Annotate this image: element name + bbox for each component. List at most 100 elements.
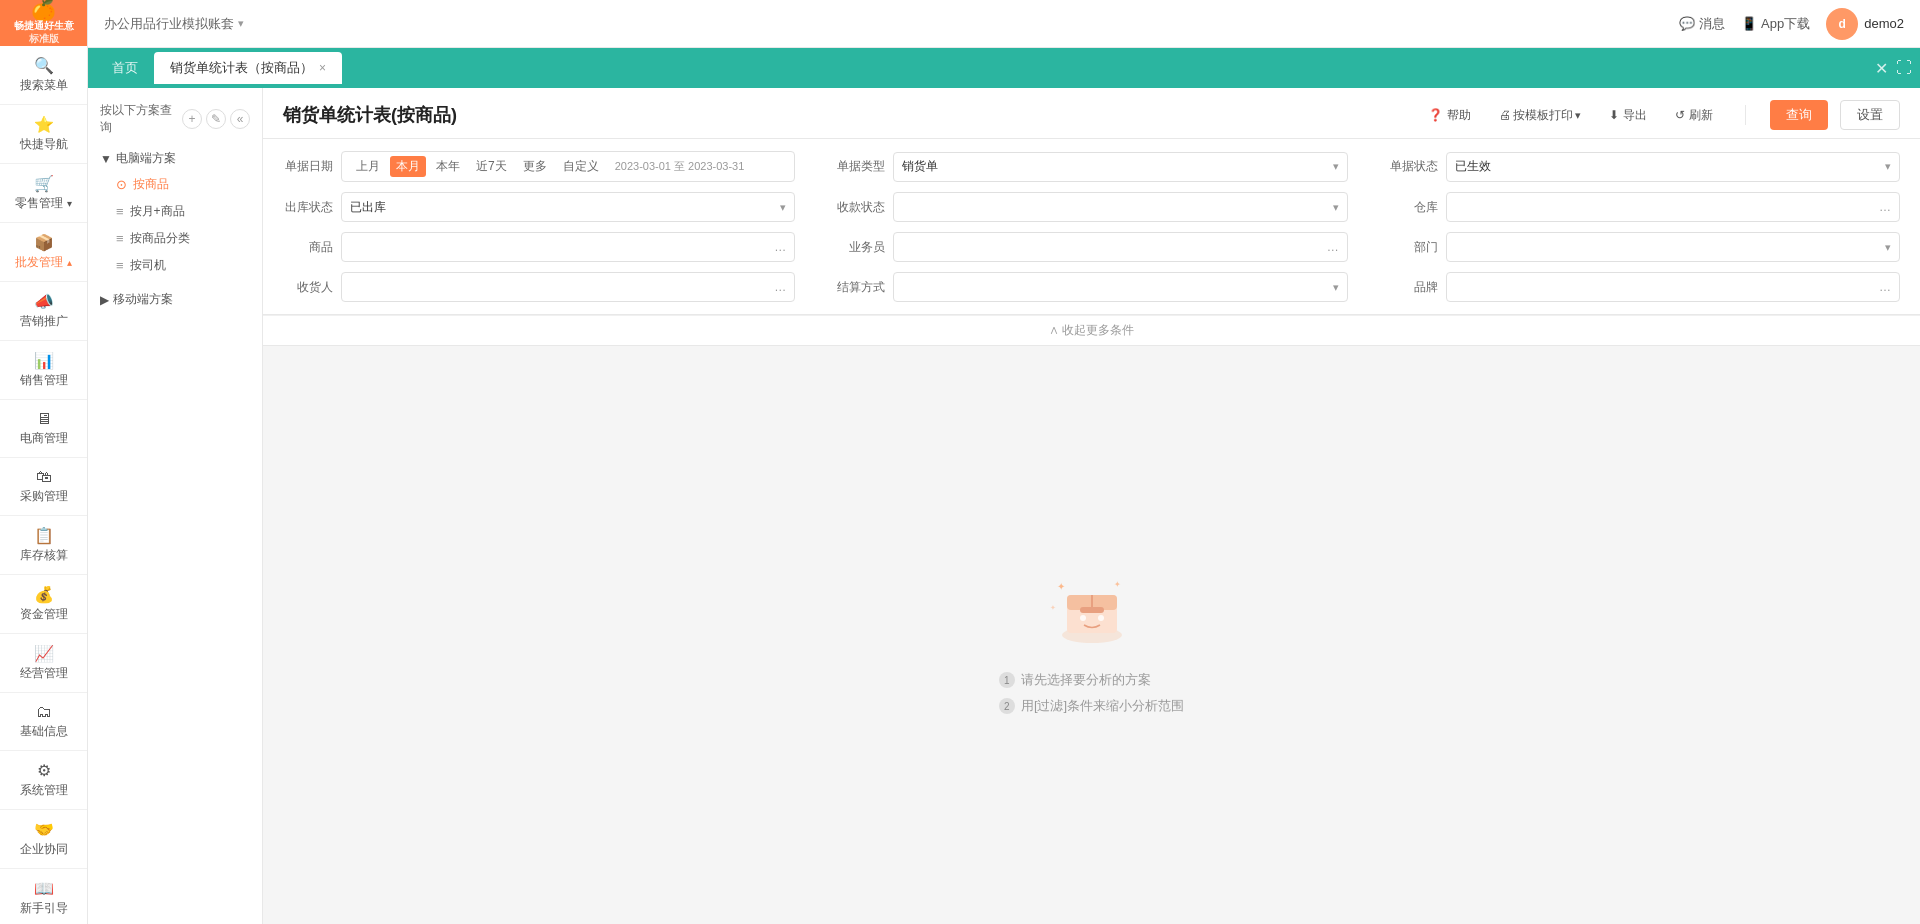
goods-more-icon[interactable]: …	[774, 240, 786, 254]
scheme-header: 按以下方案查询 + ✎ «	[88, 96, 262, 142]
scheme-collapse-button[interactable]: «	[230, 109, 250, 129]
scheme-group-pc-title[interactable]: ▼ 电脑端方案	[88, 146, 262, 171]
scheme-actions: + ✎ «	[182, 109, 250, 129]
scheme-item-by-goods[interactable]: ⊙ 按商品	[88, 171, 262, 198]
tab-expand-icon[interactable]: ⛶	[1896, 59, 1912, 78]
print-dropdown-icon: ▾	[1575, 109, 1581, 122]
refresh-button[interactable]: ↺ 刷新	[1667, 103, 1721, 128]
filter-row-2: 出库状态 已出库 ▾ 收款状态 ▾	[283, 192, 1900, 222]
salesperson-more-icon[interactable]: …	[1327, 240, 1339, 254]
brand-more-icon[interactable]: …	[1879, 280, 1891, 294]
topbar-right: 💬 消息 📱 App下载 d demo2	[1679, 8, 1904, 40]
page-actions: ❓ 帮助 🖨 按模板打印 ▾ ⬇ 导出 ↺ 刷新	[1420, 100, 1900, 130]
system-icon: ⚙	[4, 761, 83, 780]
receipt-status-control[interactable]: ▾	[893, 192, 1347, 222]
download-icon: 📱	[1741, 16, 1757, 31]
scheme-item-by-month-goods[interactable]: ≡ 按月+商品	[88, 198, 262, 225]
sidebar-item-base[interactable]: 🗂 基础信息	[0, 693, 87, 751]
sidebar-item-management[interactable]: 📈 经营管理	[0, 634, 87, 693]
tab-home-label: 首页	[112, 59, 138, 77]
message-button[interactable]: 💬 消息	[1679, 15, 1725, 33]
receiver-more-icon[interactable]: …	[774, 280, 786, 294]
collapse-bar[interactable]: ∧ 收起更多条件	[263, 315, 1920, 346]
warehouse-control[interactable]: …	[1446, 192, 1900, 222]
by-goods-icon: ⊙	[116, 177, 127, 192]
sidebar-item-search[interactable]: 🔍 搜索菜单	[0, 46, 87, 105]
refresh-icon: ↺	[1675, 108, 1685, 122]
by-category-label: 按商品分类	[130, 230, 190, 247]
tip-text-1: 请先选择要分析的方案	[1021, 671, 1151, 689]
tip-num-1: 1	[999, 672, 1015, 688]
payment-control[interactable]: ▾	[893, 272, 1347, 302]
date-tab-this-year[interactable]: 本年	[430, 156, 466, 177]
tab-home[interactable]: 首页	[96, 52, 154, 84]
sidebar-item-wholesale[interactable]: 📦 批发管理 ▴	[0, 223, 87, 282]
brand-control[interactable]: …	[1446, 272, 1900, 302]
sidebar-item-marketing[interactable]: 📣 营销推广	[0, 282, 87, 341]
finance-label: 资金管理	[4, 606, 83, 623]
goods-control[interactable]: …	[341, 232, 795, 262]
tab-close-icon[interactable]: ×	[319, 61, 326, 75]
scheme-add-button[interactable]: +	[182, 109, 202, 129]
by-month-goods-label: 按月+商品	[130, 203, 185, 220]
workspace-name: 办公用品行业模拟账套	[104, 15, 234, 33]
out-status-control[interactable]: 已出库 ▾	[341, 192, 795, 222]
svg-point-6	[1098, 615, 1104, 621]
date-tab-last-month[interactable]: 上月	[350, 156, 386, 177]
sidebar-item-purchase[interactable]: 🛍 采购管理	[0, 458, 87, 516]
sidebar-item-collab[interactable]: 🤝 企业协同	[0, 810, 87, 869]
scheme-item-by-category[interactable]: ≡ 按商品分类	[88, 225, 262, 252]
salesperson-control[interactable]: …	[893, 232, 1347, 262]
user-menu[interactable]: d demo2	[1826, 8, 1904, 40]
message-icon: 💬	[1679, 16, 1695, 31]
svg-text:✦: ✦	[1050, 604, 1056, 611]
sidebar-item-quick[interactable]: ⭐ 快捷导航	[0, 105, 87, 164]
filter-warehouse: 仓库 …	[1388, 192, 1900, 222]
sidebar-item-retail[interactable]: 🛒 零售管理 ▾	[0, 164, 87, 223]
sidebar-item-finance[interactable]: 💰 资金管理	[0, 575, 87, 634]
doc-type-control[interactable]: 销货单 ▾	[893, 152, 1347, 182]
divider	[1745, 105, 1746, 125]
date-tab-more[interactable]: 更多	[517, 156, 553, 177]
warehouse-label: 仓库	[1388, 199, 1438, 216]
dept-control[interactable]: ▾	[1446, 232, 1900, 262]
tab-active[interactable]: 销货单统计表（按商品） ×	[154, 52, 342, 84]
date-control[interactable]: 上月 本月 本年 近7天 更多 自定义 2023-03-01 至 2023-03…	[341, 151, 795, 182]
help-button[interactable]: ❓ 帮助	[1420, 103, 1479, 128]
filter-out-status: 出库状态 已出库 ▾	[283, 192, 795, 222]
date-tab-7days[interactable]: 近7天	[470, 156, 513, 177]
svg-point-5	[1080, 615, 1086, 621]
base-label: 基础信息	[4, 723, 83, 740]
warehouse-more-icon[interactable]: …	[1879, 200, 1891, 214]
receiver-control[interactable]: …	[341, 272, 795, 302]
by-goods-label: 按商品	[133, 176, 169, 193]
date-tab-custom[interactable]: 自定义	[557, 156, 605, 177]
print-icon: 🖨	[1499, 108, 1511, 122]
tab-minimize-icon[interactable]: ✕	[1875, 59, 1888, 78]
out-status-dropdown-icon: ▾	[780, 201, 786, 214]
print-button[interactable]: 🖨 按模板打印 ▾	[1491, 103, 1589, 128]
export-button[interactable]: ⬇ 导出	[1601, 103, 1655, 128]
settings-button[interactable]: 设置	[1840, 100, 1900, 130]
scheme-item-by-driver[interactable]: ≡ 按司机	[88, 252, 262, 279]
sidebar-item-ecommerce[interactable]: 🖥 电商管理	[0, 400, 87, 458]
dept-label: 部门	[1388, 239, 1438, 256]
filter-area: 单据日期 上月 本月 本年 近7天 更多 自定义 2023-03-01 至 20…	[263, 139, 1920, 315]
empty-state: ✦ ✦ ✦ 1 请先选择要分析的方案 2 用[过滤]条件来缩小分析范围	[263, 346, 1920, 924]
app-download-button[interactable]: 📱 App下载	[1741, 15, 1810, 33]
scheme-group-mobile-title[interactable]: ▶ 移动端方案	[88, 287, 262, 312]
content: 按以下方案查询 + ✎ « ▼ 电脑端方案 ⊙ 按商品 ≡	[88, 88, 1920, 924]
scheme-edit-button[interactable]: ✎	[206, 109, 226, 129]
sidebar-item-sales[interactable]: 📊 销售管理	[0, 341, 87, 400]
filter-date: 单据日期 上月 本月 本年 近7天 更多 自定义 2023-03-01 至 20…	[283, 151, 795, 182]
sidebar-item-inventory[interactable]: 📋 库存核算	[0, 516, 87, 575]
doc-status-control[interactable]: 已生效 ▾	[1446, 152, 1900, 182]
receipt-status-label: 收款状态	[835, 199, 885, 216]
purchase-icon: 🛍	[4, 468, 83, 486]
sidebar-item-guide[interactable]: 📖 新手引导	[0, 869, 87, 924]
sidebar-item-system[interactable]: ⚙ 系统管理	[0, 751, 87, 810]
date-tab-this-month[interactable]: 本月	[390, 156, 426, 177]
query-button[interactable]: 查询	[1770, 100, 1828, 130]
purchase-label: 采购管理	[4, 488, 83, 505]
date-label: 单据日期	[283, 158, 333, 175]
